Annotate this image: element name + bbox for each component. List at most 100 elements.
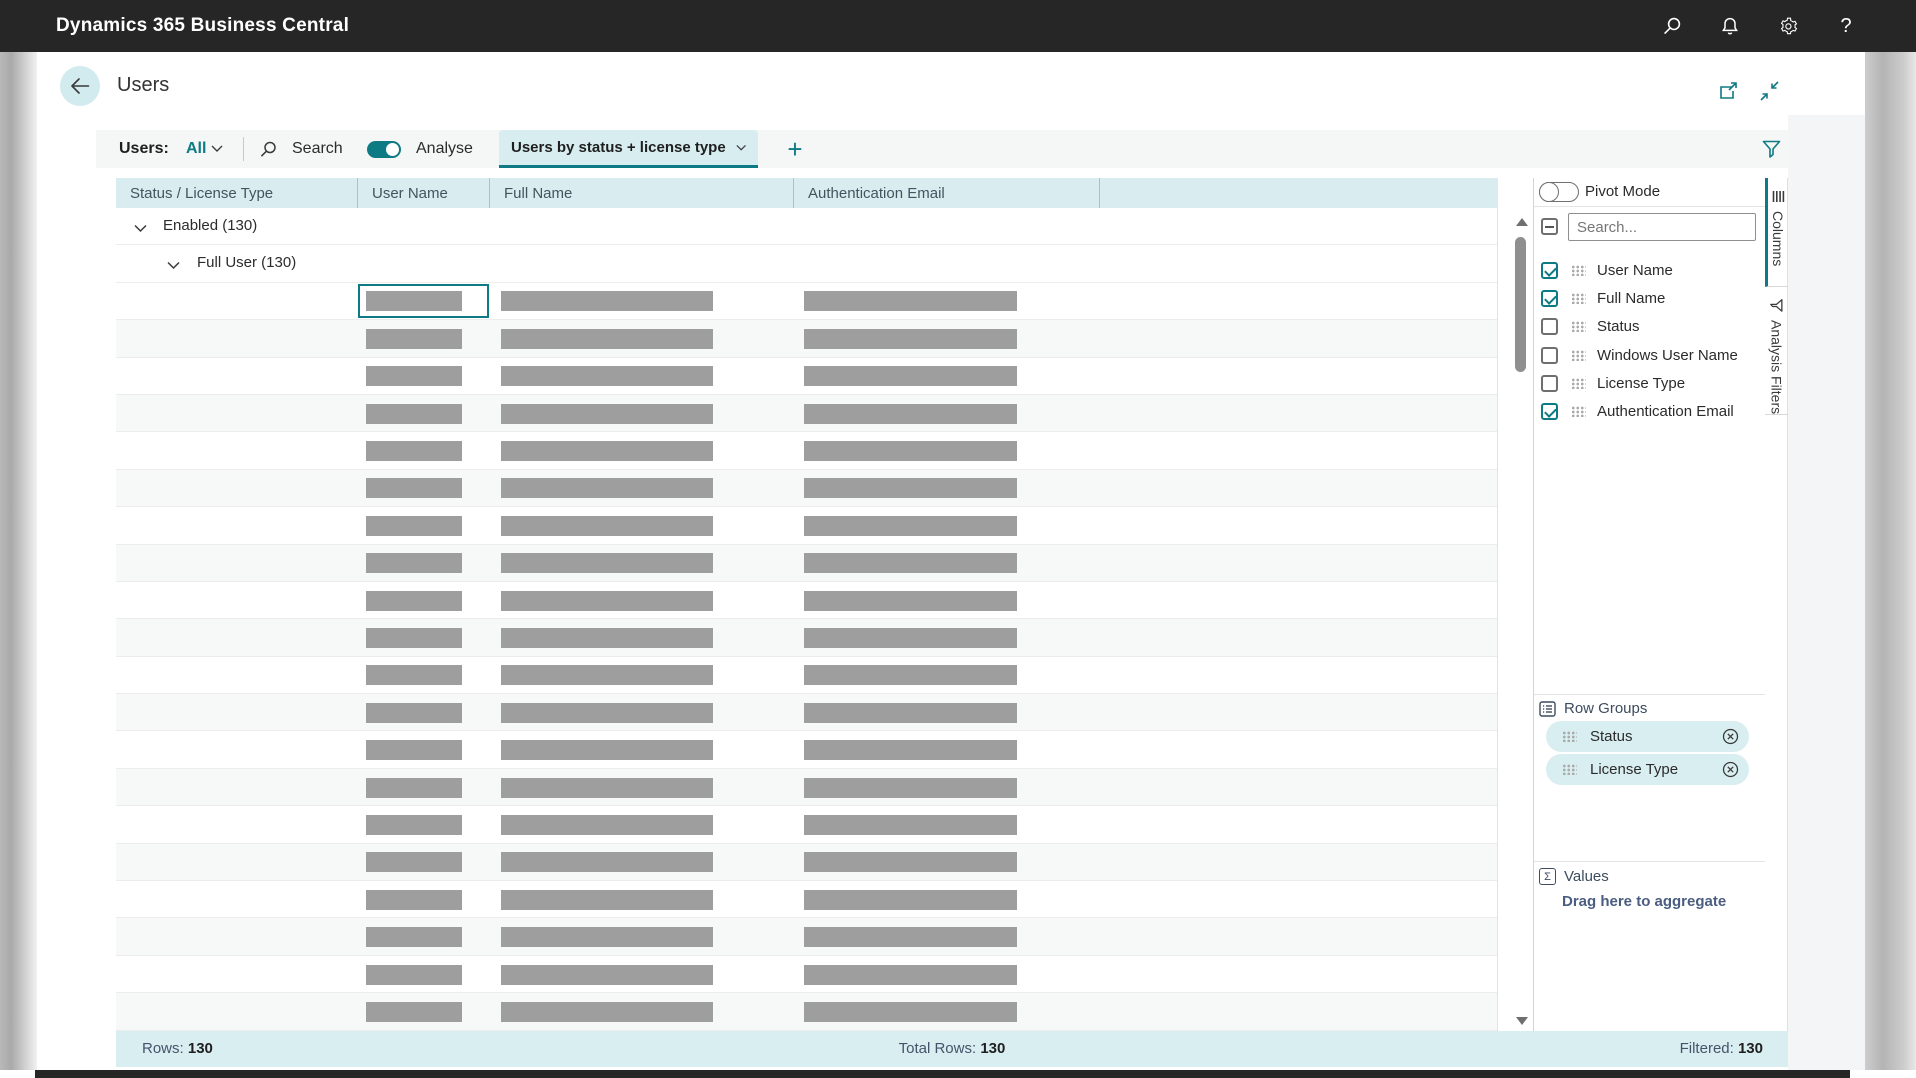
scope-filter-all[interactable]: All	[186, 130, 206, 168]
row-groups-icon	[1539, 701, 1556, 717]
column-header-full-name[interactable]: Full Name	[490, 178, 794, 208]
redacted-value-bar	[366, 852, 462, 872]
search-icon[interactable]	[1660, 14, 1684, 38]
table-row[interactable]	[116, 881, 1497, 918]
table-row[interactable]	[116, 545, 1497, 582]
collapse-page-icon[interactable]	[1758, 80, 1780, 102]
scope-label: Users:	[119, 130, 169, 168]
redacted-value-bar	[804, 628, 1017, 648]
column-field-row[interactable]: License Type	[1534, 369, 1766, 397]
drag-handle-icon[interactable]	[1571, 321, 1586, 332]
scrollbar-thumb[interactable]	[1515, 237, 1526, 372]
column-checkbox[interactable]	[1541, 262, 1558, 279]
table-row[interactable]	[116, 507, 1497, 544]
table-row[interactable]	[116, 432, 1497, 469]
back-button[interactable]	[60, 66, 100, 106]
scroll-down-arrow[interactable]	[1516, 1017, 1528, 1025]
table-row[interactable]	[116, 619, 1497, 656]
add-analysis-tab-button[interactable]: +	[776, 130, 814, 168]
notifications-bell-icon[interactable]	[1718, 14, 1742, 38]
drag-handle-icon[interactable]	[1571, 350, 1586, 361]
collapse-chevron-icon[interactable]	[167, 257, 180, 275]
table-row[interactable]	[116, 283, 1497, 320]
column-header-authentication-email[interactable]: Authentication Email	[794, 178, 1100, 208]
list-search-icon[interactable]	[259, 130, 278, 168]
table-row[interactable]	[116, 358, 1497, 395]
column-checkbox[interactable]	[1541, 375, 1558, 392]
remove-group-icon[interactable]	[1722, 728, 1739, 745]
table-row[interactable]	[116, 582, 1497, 619]
tab-columns[interactable]: Columns	[1765, 178, 1788, 287]
group-row-full-user[interactable]: Full User (130)	[116, 245, 1497, 282]
analyse-toggle[interactable]	[367, 141, 401, 158]
drag-handle-icon[interactable]	[1562, 731, 1577, 742]
drag-handle-icon[interactable]	[1562, 764, 1577, 775]
column-field-row[interactable]: Full Name	[1534, 284, 1766, 312]
tab-analysis-filters[interactable]: Analysis Filters	[1765, 287, 1788, 415]
column-header-user-name[interactable]: User Name	[358, 178, 490, 208]
table-row[interactable]	[116, 844, 1497, 881]
column-field-row[interactable]: Authentication Email	[1534, 397, 1766, 425]
group-row-enabled[interactable]: Enabled (130)	[116, 208, 1497, 245]
columns-panel: Pivot Mode User Name Full Name	[1533, 178, 1765, 1031]
redacted-value-bar	[366, 329, 462, 349]
table-row[interactable]	[116, 806, 1497, 843]
table-row[interactable]	[116, 470, 1497, 507]
remove-group-icon[interactable]	[1722, 761, 1739, 778]
analysis-view-tab[interactable]: Users by status + license type	[499, 130, 758, 168]
total-rows-count: Total Rows: 130	[116, 1040, 1788, 1057]
help-icon[interactable]: ?	[1834, 14, 1858, 38]
scope-chevron-down-icon[interactable]	[211, 130, 223, 168]
table-row[interactable]	[116, 657, 1497, 694]
column-header-empty	[1100, 178, 1498, 208]
row-groups-label: Row Groups	[1564, 700, 1647, 717]
analysis-side-tabstrip: Columns Analysis Filters	[1765, 178, 1788, 1031]
column-checkbox[interactable]	[1541, 347, 1558, 364]
column-checkbox[interactable]	[1541, 403, 1558, 420]
scroll-up-arrow[interactable]	[1516, 218, 1528, 226]
drag-handle-icon[interactable]	[1571, 378, 1586, 389]
filter-funnel-icon[interactable]	[1754, 130, 1788, 168]
select-all-columns-checkbox[interactable]	[1541, 218, 1558, 235]
column-header-status-license-type[interactable]: Status / License Type	[116, 178, 358, 208]
filtered-count: Filtered: 130	[1680, 1040, 1763, 1057]
columns-search-input[interactable]	[1568, 213, 1756, 241]
column-field-label: Windows User Name	[1597, 347, 1738, 364]
row-groups-header: Row Groups	[1539, 700, 1647, 717]
column-field-row[interactable]: Status	[1534, 313, 1766, 341]
column-checkbox[interactable]	[1541, 318, 1558, 335]
table-row[interactable]	[116, 320, 1497, 357]
tab-chevron-down-icon	[736, 144, 746, 152]
grid-scrollbar[interactable]	[1513, 212, 1529, 1031]
redacted-value-bar	[804, 665, 1017, 685]
search-button[interactable]: Search	[292, 130, 343, 168]
drag-handle-icon[interactable]	[1571, 406, 1586, 417]
table-row[interactable]	[116, 395, 1497, 432]
column-field-row[interactable]: User Name	[1534, 256, 1766, 284]
column-checkbox[interactable]	[1541, 290, 1558, 307]
drag-handle-icon[interactable]	[1571, 265, 1586, 276]
table-row[interactable]	[116, 993, 1497, 1030]
row-group-chip[interactable]: Status	[1546, 721, 1749, 752]
table-row[interactable]	[116, 769, 1497, 806]
row-group-chip[interactable]: License Type	[1546, 754, 1749, 785]
column-field-label: User Name	[1597, 262, 1673, 279]
settings-gear-icon[interactable]	[1776, 14, 1800, 38]
table-row[interactable]	[116, 694, 1497, 731]
app-window: Dynamics 365 Business Central ? Users	[0, 0, 1916, 1078]
redacted-value-bar	[501, 703, 713, 723]
analyse-label: Analyse	[416, 130, 473, 168]
redacted-value-bar	[501, 890, 713, 910]
table-row[interactable]	[116, 918, 1497, 955]
table-row[interactable]	[116, 731, 1497, 768]
sigma-icon: Σ	[1539, 868, 1556, 885]
redacted-value-bar	[501, 665, 713, 685]
redacted-value-bar	[804, 441, 1017, 461]
collapse-chevron-icon[interactable]	[134, 220, 147, 238]
drag-handle-icon[interactable]	[1571, 293, 1586, 304]
pivot-mode-toggle[interactable]	[1539, 182, 1579, 202]
open-in-new-window-icon[interactable]	[1718, 80, 1740, 102]
column-field-label: License Type	[1597, 375, 1685, 392]
table-row[interactable]	[116, 956, 1497, 993]
column-field-row[interactable]: Windows User Name	[1534, 341, 1766, 369]
